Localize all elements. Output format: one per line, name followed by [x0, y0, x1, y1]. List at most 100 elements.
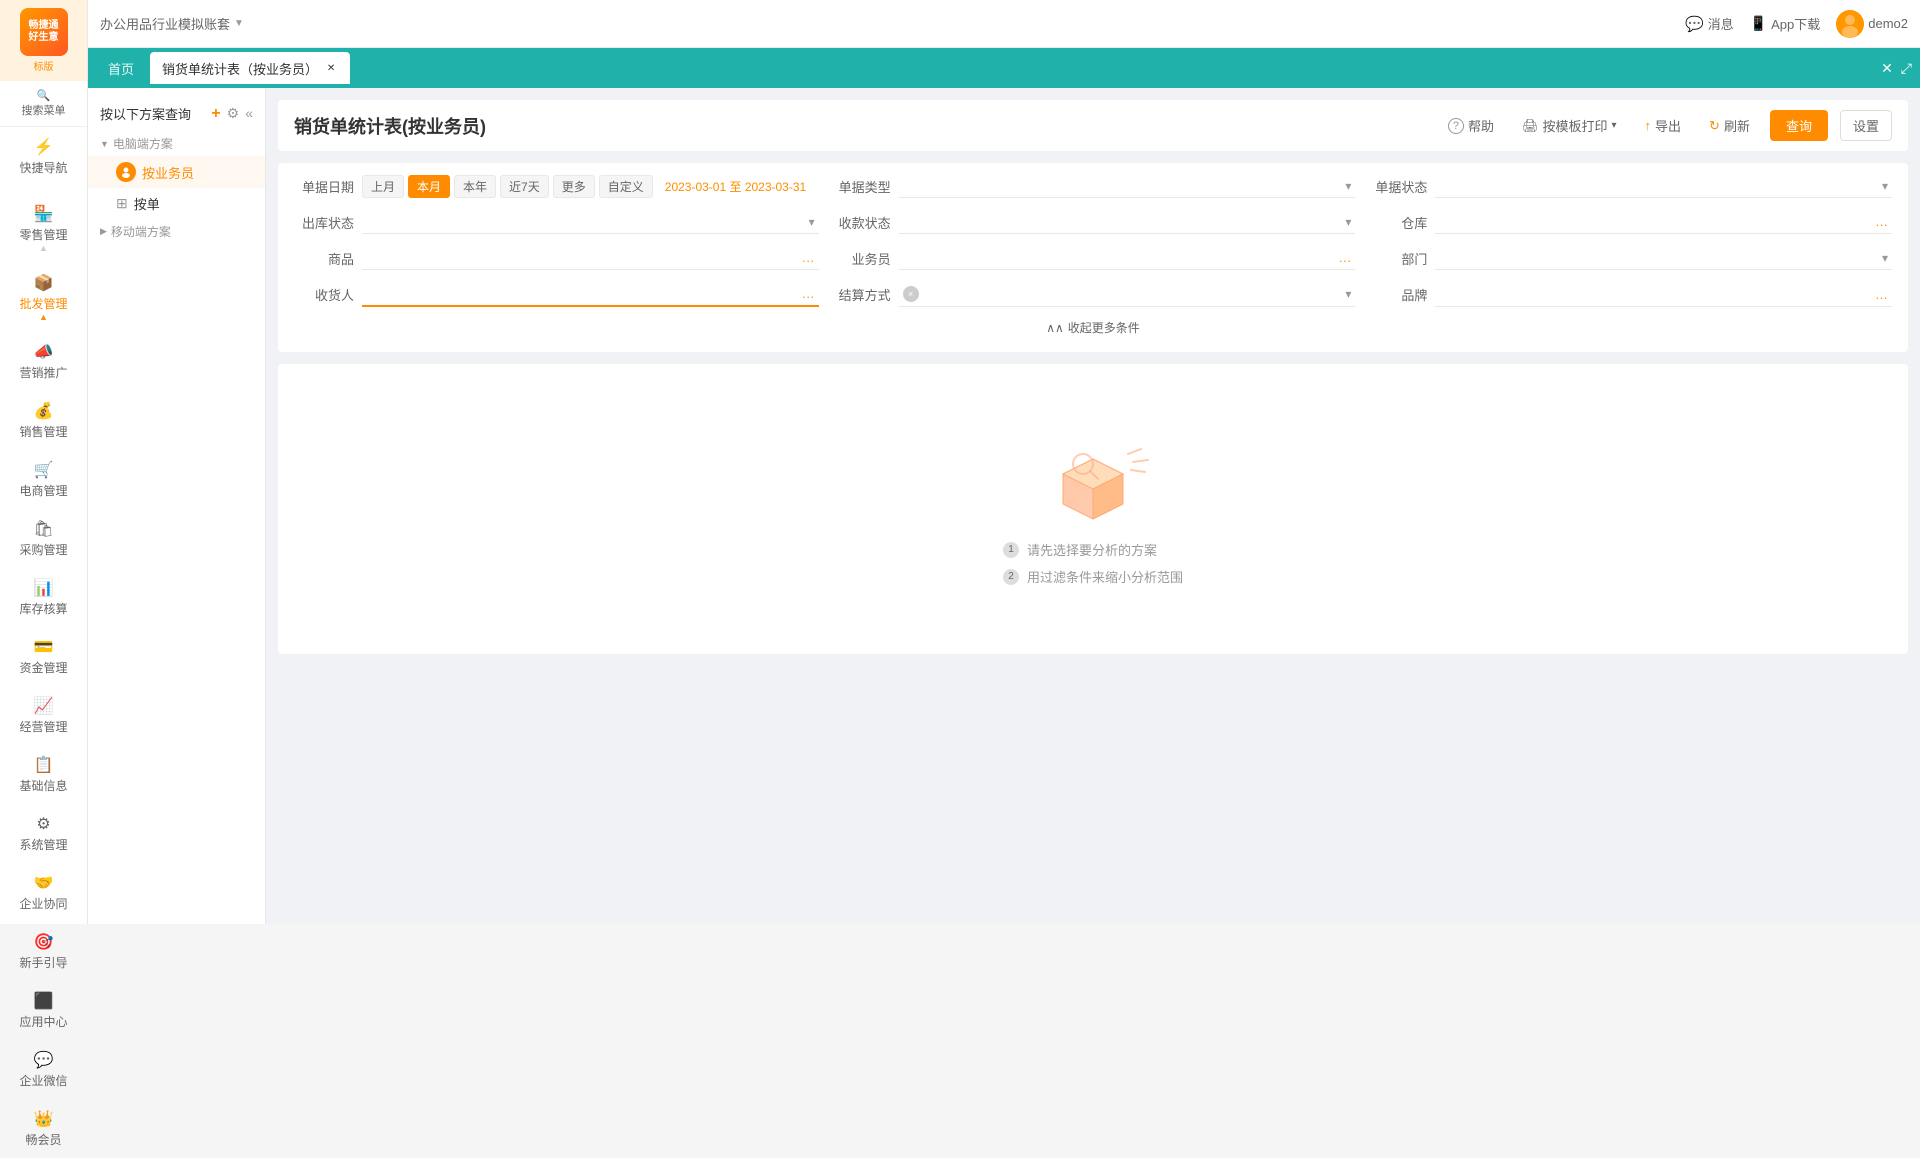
receiver-input[interactable]: … [362, 282, 819, 307]
goods-label: 商品 [294, 249, 354, 268]
goods-input[interactable]: … [362, 246, 819, 270]
sidebar-item-operations[interactable]: 📈 经营管理 [0, 686, 87, 745]
refresh-button[interactable]: ↻ 刷新 [1701, 112, 1758, 139]
out-status-select[interactable]: ▾ [362, 211, 819, 234]
sidebar-item-wholesale[interactable]: 📦 批发管理 ▲ [0, 263, 87, 332]
doc-status-arrow-icon: ▾ [1882, 179, 1888, 193]
collapse-panel-icon[interactable]: « [245, 105, 253, 123]
payment-status-arrow-icon: ▾ [1345, 215, 1351, 229]
right-panel: 销货单统计表(按业务员) ? 帮助 🖨 按模板打印 ▾ ↑ 导出 [266, 88, 1920, 924]
doc-type-select[interactable]: ▾ [899, 175, 1356, 198]
sidebar-item-enterprise[interactable]: 🤝 企业协同 [0, 863, 87, 922]
quicknav-label: 快捷导航 [19, 159, 67, 176]
sidebar-item-wechat[interactable]: 💬 企业微信 [0, 1040, 87, 1099]
sidebar-item-ecommerce[interactable]: 🛒 电商管理 [0, 450, 87, 509]
quicknav-icon: ⚡ [34, 137, 54, 157]
sidebar-item-inventory[interactable]: 📊 库存核算 [0, 568, 87, 627]
marketing-label: 营销推广 [19, 364, 67, 381]
doc-status-select[interactable]: ▾ [1435, 175, 1892, 198]
brand-input[interactable]: … [1435, 283, 1892, 307]
salesperson-filter-cell: 业务员 … [831, 246, 1356, 270]
settlement-arrow-icon: ▾ [1345, 287, 1351, 301]
tab-close-all-icon[interactable]: ✕ [1881, 60, 1893, 77]
tab-close-icon[interactable]: ✕ [324, 61, 338, 75]
date-btn-more[interactable]: 更多 [553, 175, 595, 198]
sidebar-item-member[interactable]: 👑 畅会员 [0, 1099, 87, 1158]
sidebar-logo: 畅捷通好生意 标版 [0, 0, 87, 81]
app-selector[interactable]: 办公用品行业模拟账套 ▼ [100, 14, 244, 33]
help-icon: ? [1448, 118, 1464, 134]
sidebar-item-basic[interactable]: 📋 基础信息 [0, 745, 87, 804]
tab-sales-stat[interactable]: 销货单统计表（按业务员） ✕ [150, 52, 350, 84]
tree-group-label: 电脑端方案 [113, 135, 173, 152]
tree-group-mobile-label: 移动端方案 [111, 223, 171, 240]
date-btn-this-month[interactable]: 本月 [408, 175, 450, 198]
logo-text: 畅捷通好生意 [29, 20, 59, 44]
warehouse-ellipsis-icon: … [1875, 214, 1888, 229]
search-menu-label: 搜索菜单 [22, 102, 66, 118]
sidebar-item-newbie[interactable]: 🎯 新手引导 [0, 922, 87, 981]
date-range-text: 2023-03-01 至 2023-03-31 [665, 178, 806, 195]
date-filter-cell: 单据日期 上月 本月 本年 近7天 更多 自定义 2023-03-01 至 20… [294, 175, 819, 198]
date-btn-last-month[interactable]: 上月 [362, 175, 404, 198]
sidebar-item-apps[interactable]: ⬛ 应用中心 [0, 981, 87, 1040]
tree-item-by-salesperson[interactable]: 按业务员 [88, 156, 265, 188]
payment-status-select[interactable]: ▾ [899, 211, 1356, 234]
date-btn-this-year[interactable]: 本年 [454, 175, 496, 198]
sidebar-item-quicknav[interactable]: ⚡ 快捷导航 [0, 127, 87, 186]
tree-item-by-order[interactable]: ⊞ 按单 [88, 188, 265, 219]
tree-item-by-salesperson-label: 按业务员 [142, 163, 194, 182]
ecommerce-icon: 🛒 [34, 460, 54, 480]
user-avatar-area[interactable]: demo2 [1836, 10, 1908, 38]
tab-expand-icon[interactable]: ⤢ [1901, 60, 1912, 77]
app-download-button[interactable]: 📱 App下载 [1750, 14, 1821, 33]
warehouse-input[interactable]: … [1435, 210, 1892, 234]
left-panel-header: 按以下方案查询 + ⚙ « [88, 96, 265, 131]
sidebar-item-finance[interactable]: 💳 资金管理 [0, 627, 87, 686]
left-panel-title: 按以下方案查询 [100, 104, 191, 123]
topbar-left: 办公用品行业模拟账套 ▼ [100, 14, 244, 33]
message-button[interactable]: 💬 消息 [1685, 14, 1734, 33]
logo-subtitle: 标版 [34, 58, 54, 73]
settings-button[interactable]: 设置 [1840, 110, 1892, 141]
sidebar-item-marketing[interactable]: 📣 营销推广 [0, 332, 87, 391]
salesperson-input[interactable]: … [899, 246, 1356, 270]
date-btn-custom[interactable]: 自定义 [599, 175, 653, 198]
tree-group-arrow-icon: ▼ [100, 139, 109, 149]
filter-row-2: 出库状态 ▾ 收款状态 ▾ 仓库 … [294, 210, 1892, 234]
tree-group-desktop[interactable]: ▼ 电脑端方案 [88, 131, 265, 156]
page-actions: ? 帮助 🖨 按模板打印 ▾ ↑ 导出 ↻ 刷新 [1440, 110, 1892, 141]
tab-home[interactable]: 首页 [96, 52, 146, 84]
template-print-icon: 🖨 [1522, 118, 1539, 134]
export-button[interactable]: ↑ 导出 [1637, 112, 1690, 139]
date-btn-7days[interactable]: 近7天 [500, 175, 549, 198]
newbie-label: 新手引导 [19, 954, 67, 971]
settings-scheme-icon[interactable]: ⚙ [227, 105, 240, 123]
sidebar-item-system[interactable]: ⚙ 系统管理 [0, 804, 87, 863]
department-arrow-icon: ▾ [1882, 251, 1888, 265]
date-options: 上月 本月 本年 近7天 更多 自定义 [362, 175, 653, 198]
add-scheme-icon[interactable]: + [211, 105, 220, 123]
help-button[interactable]: ? 帮助 [1440, 112, 1502, 139]
page-header: 销货单统计表(按业务员) ? 帮助 🖨 按模板打印 ▾ ↑ 导出 [278, 100, 1908, 151]
message-label: 消息 [1708, 14, 1734, 33]
department-select[interactable]: ▾ [1435, 247, 1892, 270]
salesperson-ellipsis-icon: … [1338, 250, 1351, 265]
active-scheme-icon [116, 162, 136, 182]
filter-row-1: 单据日期 上月 本月 本年 近7天 更多 自定义 2023-03-01 至 20… [294, 175, 1892, 198]
template-print-button[interactable]: 🖨 按模板打印 ▾ [1514, 112, 1625, 139]
query-button[interactable]: 查询 [1770, 110, 1828, 141]
collapse-button[interactable]: ∧∧ 收起更多条件 [1034, 315, 1152, 340]
sidebar-item-sales[interactable]: 💰 销售管理 [0, 391, 87, 450]
tab-sales-stat-label: 销货单统计表（按业务员） [162, 59, 318, 78]
settlement-tag-close-icon[interactable]: × [903, 286, 919, 302]
search-icon: 🔍 [37, 89, 51, 102]
sidebar-item-procurement[interactable]: 🛍 采购管理 [0, 509, 87, 568]
wholesale-icon: 📦 [34, 273, 54, 293]
search-menu-item[interactable]: 🔍 搜索菜单 [0, 81, 87, 127]
settlement-select[interactable]: × ▾ [899, 282, 1356, 307]
procurement-label: 采购管理 [19, 541, 67, 558]
tree-group-mobile[interactable]: ▶ 移动端方案 [88, 219, 265, 244]
left-panel: 按以下方案查询 + ⚙ « ▼ 电脑端方案 按业务员 ⊞ 按单 [88, 88, 266, 924]
sidebar-item-retail[interactable]: 🏪 零售管理 ▲ [0, 194, 87, 263]
